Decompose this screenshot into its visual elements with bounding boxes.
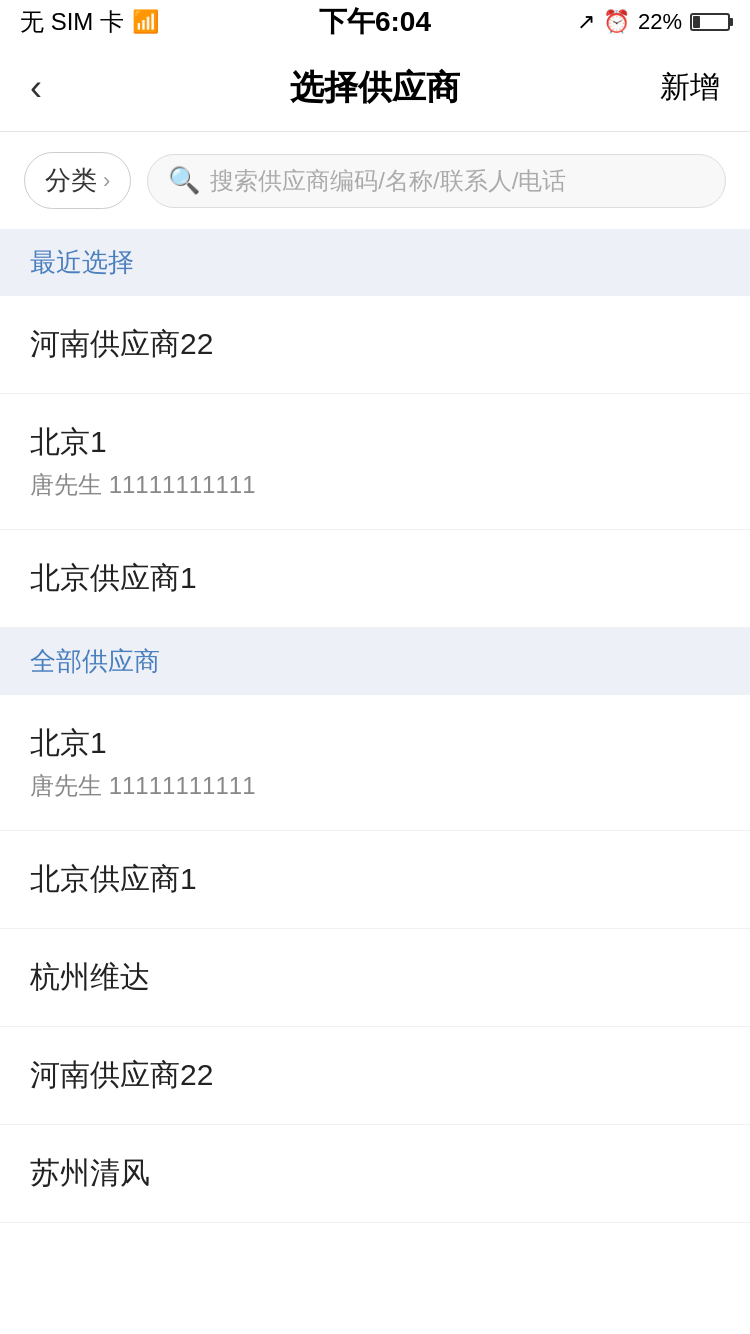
search-box[interactable]: 🔍 搜索供应商编码/名称/联系人/电话	[147, 154, 726, 208]
list-item[interactable]: 杭州维达	[0, 929, 750, 1027]
category-label: 分类	[45, 163, 97, 198]
sim-status: 无 SIM 卡	[20, 6, 124, 38]
list-item[interactable]: 苏州清风	[0, 1125, 750, 1223]
status-bar: 无 SIM 卡 📶 下午6:04 ↗ ⏰ 22%	[0, 0, 750, 44]
search-placeholder: 搜索供应商编码/名称/联系人/电话	[210, 165, 566, 197]
search-icon: 🔍	[168, 165, 200, 196]
section-header-all: 全部供应商	[0, 628, 750, 695]
filter-bar: 分类 › 🔍 搜索供应商编码/名称/联系人/电话	[0, 132, 750, 229]
page-title: 选择供应商	[290, 65, 460, 111]
wifi-icon: 📶	[132, 9, 159, 35]
list-item[interactable]: 河南供应商22	[0, 296, 750, 394]
location-icon: ↗	[577, 9, 595, 35]
item-name: 杭州维达	[30, 957, 720, 998]
list-item[interactable]: 河南供应商22	[0, 1027, 750, 1125]
chevron-right-icon: ›	[103, 168, 110, 194]
list-item[interactable]: 北京供应商1	[0, 530, 750, 628]
status-left: 无 SIM 卡 📶	[20, 6, 159, 38]
add-button[interactable]: 新增	[660, 67, 720, 108]
list-item[interactable]: 北京1 唐先生 11111111111	[0, 394, 750, 530]
list-item[interactable]: 北京供应商1	[0, 831, 750, 929]
item-name: 河南供应商22	[30, 1055, 720, 1096]
item-name: 北京1	[30, 723, 720, 764]
nav-bar: ‹ 选择供应商 新增	[0, 44, 750, 132]
battery-icon	[690, 13, 730, 31]
item-name: 北京供应商1	[30, 558, 720, 599]
item-name: 北京1	[30, 422, 720, 463]
alarm-icon: ⏰	[603, 9, 630, 35]
item-name: 北京供应商1	[30, 859, 720, 900]
status-right: ↗ ⏰ 22%	[577, 9, 730, 35]
item-name: 河南供应商22	[30, 324, 720, 365]
back-button[interactable]: ‹	[30, 67, 90, 109]
section-header-text-recent: 最近选择	[30, 247, 134, 277]
section-header-text-all: 全部供应商	[30, 646, 160, 676]
item-sub: 唐先生 11111111111	[30, 770, 720, 802]
status-time: 下午6:04	[319, 3, 431, 41]
section-header-recent: 最近选择	[0, 229, 750, 296]
list-item[interactable]: 北京1 唐先生 11111111111	[0, 695, 750, 831]
item-name: 苏州清风	[30, 1153, 720, 1194]
category-button[interactable]: 分类 ›	[24, 152, 131, 209]
battery-percentage: 22%	[638, 9, 682, 35]
item-sub: 唐先生 11111111111	[30, 469, 720, 501]
